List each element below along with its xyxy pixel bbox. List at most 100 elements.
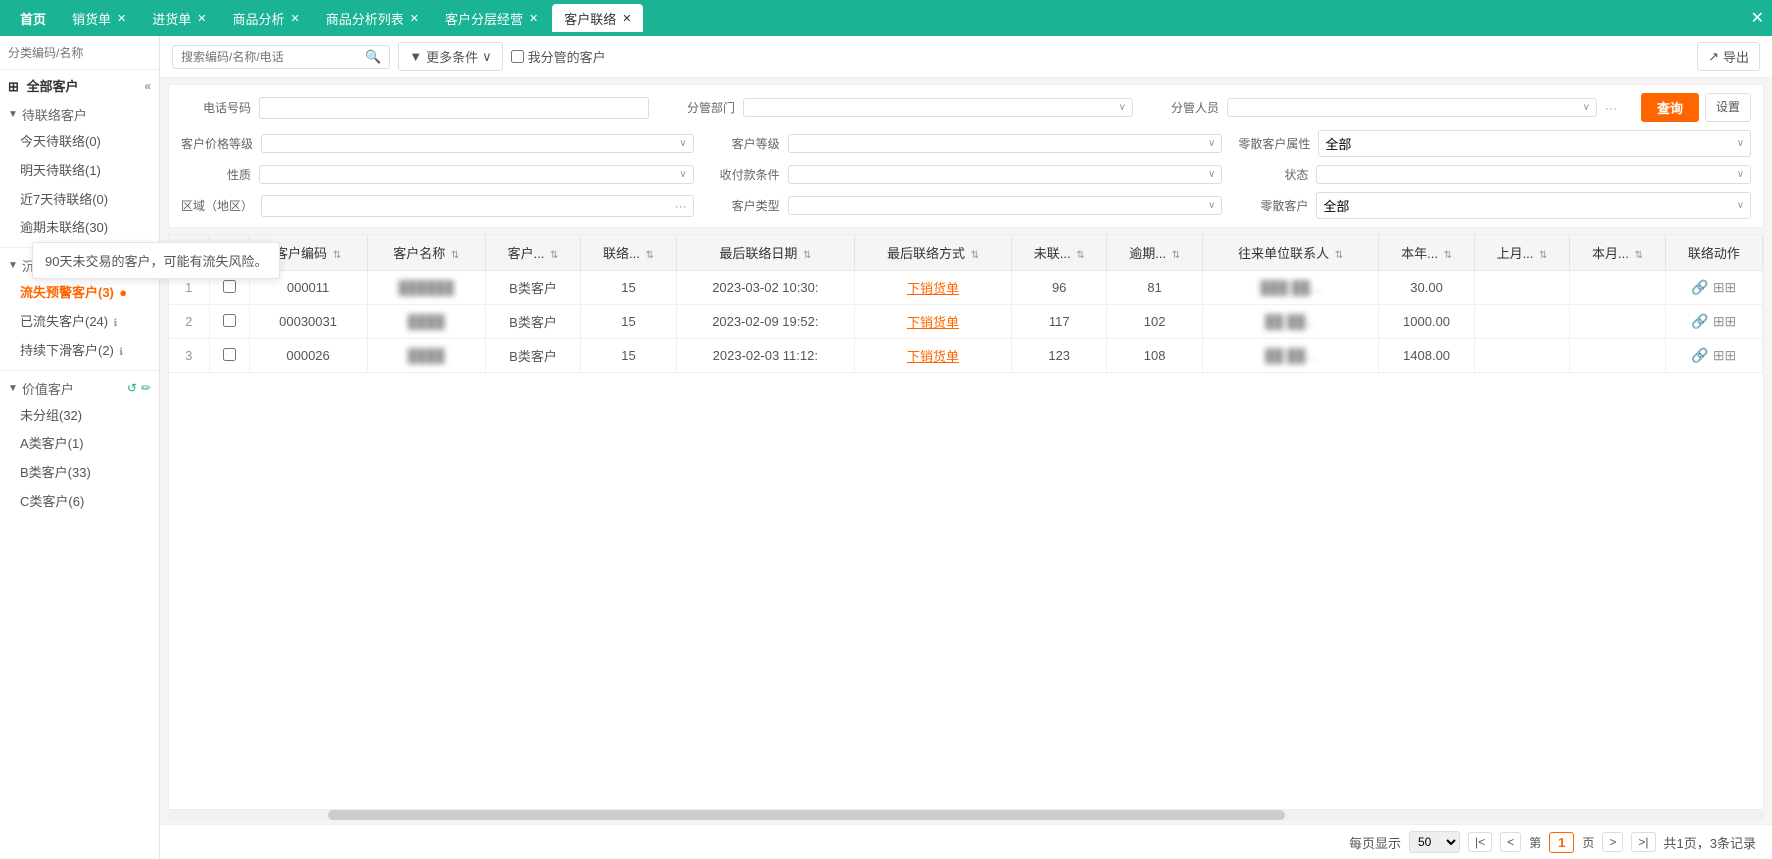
sidebar-section-value-arrow: ▼ [8,383,18,394]
sort-last-method-icon[interactable]: ⇅ [971,250,979,261]
tab-sales[interactable]: 销货单 ✕ [60,4,138,32]
sidebar-item-class-c[interactable]: C类客户(6) [0,488,159,517]
my-customers-checkbox[interactable] [511,50,524,63]
export-btn[interactable]: ↗ 导出 [1697,42,1760,71]
filter-dept-select[interactable]: ∨ [743,98,1133,117]
sort-last-month-icon[interactable]: ⇅ [1539,250,1547,261]
region-more[interactable]: ··· [675,199,687,213]
sidebar-item-declining[interactable]: 持续下滑客户(2) ℹ [0,337,159,366]
tab-purchase-close[interactable]: ✕ [197,12,206,25]
th-this-year[interactable]: 本年... ⇅ [1379,235,1474,271]
edit-icon[interactable]: ✏ [141,381,151,395]
cell-num: 3 [169,339,209,373]
sort-uncontacted-icon[interactable]: ⇅ [1076,250,1084,261]
per-page-select[interactable]: 50 100 200 [1409,831,1460,853]
th-last-date[interactable]: 最后联络日期 ⇅ [676,235,854,271]
action-grid-icon-2[interactable]: ⊞⊞ [1713,347,1736,364]
refresh-icon[interactable]: ↺ [127,381,137,395]
row-checkbox-2[interactable] [223,348,236,361]
filter-more-1[interactable]: ··· [1605,101,1617,115]
tab-product-analysis-close[interactable]: ✕ [291,12,300,25]
sidebar-item-overdue-contact[interactable]: 逾期未联络(30) [0,214,159,243]
tab-customer-contact[interactable]: 客户联络 ✕ [552,4,643,32]
sidebar-item-churn-warning[interactable]: 流失预警客户(3) ● [0,279,159,308]
last-page-btn[interactable]: >| [1631,832,1655,852]
action-grid-icon-1[interactable]: ⊞⊞ [1713,313,1736,330]
th-last-month[interactable]: 上月... ⇅ [1474,235,1569,271]
sidebar-item-class-b[interactable]: B类客户(33) [0,459,159,488]
sidebar-item-ungrouped[interactable]: 未分组(32) [0,402,159,431]
sidebar-collapse-icon[interactable]: « [144,79,151,93]
tab-customer-tier[interactable]: 客户分层经营 ✕ [433,4,550,32]
filter-customer-level-select[interactable]: ∨ [788,134,1223,153]
sort-last-date-icon[interactable]: ⇅ [803,250,811,261]
filter-phone-input[interactable] [259,97,649,119]
th-type[interactable]: 客户... ⇅ [485,235,580,271]
th-this-month[interactable]: 本月... ⇅ [1570,235,1665,271]
settings-btn[interactable]: 设置 [1705,93,1751,122]
scroll-thumb[interactable] [328,810,1286,820]
sidebar-item-class-a[interactable]: A类客户(1) [0,430,159,459]
filter-customer-type-select[interactable]: ∨ [788,196,1223,215]
tab-purchase[interactable]: 进货单 ✕ [140,4,218,32]
th-contact-person[interactable]: 往来单位联系人 ⇅ [1202,235,1378,271]
tab-customer-tier-close[interactable]: ✕ [529,12,538,25]
sidebar-item-tomorrow-contact[interactable]: 明天待联络(1) [0,157,159,186]
cell-checkbox[interactable] [209,305,249,339]
more-conditions-btn[interactable]: ▼ 更多条件 ∨ [398,42,502,71]
sort-contact-icon[interactable]: ⇅ [646,250,654,261]
tab-bar-close-btn[interactable]: ✕ [1751,8,1764,28]
sort-code-icon[interactable]: ⇅ [333,250,341,261]
row-checkbox-0[interactable] [223,280,236,293]
tab-product-analysis[interactable]: 商品分析 ✕ [220,4,311,32]
sort-this-year-icon[interactable]: ⇅ [1444,250,1452,261]
toolbar-search-input[interactable] [181,50,361,64]
action-grid-icon-0[interactable]: ⊞⊞ [1713,279,1736,296]
sort-overdue-icon[interactable]: ⇅ [1172,250,1180,261]
filter-status-select[interactable]: ∨ [1316,165,1751,184]
cell-checkbox[interactable] [209,339,249,373]
sidebar-item-churned[interactable]: 已流失客户(24) ℹ [0,308,159,337]
filter-zero-attr-select[interactable]: 全部 ∨ [1318,130,1751,157]
tab-product-list[interactable]: 商品分析列表 ✕ [314,4,431,32]
filter-gender-select[interactable]: ∨ [259,165,694,184]
cell-last-method[interactable]: 下销货单 [854,305,1011,339]
action-link-icon-0[interactable]: 🔗 [1691,279,1708,296]
filter-payment-select[interactable]: ∨ [788,165,1223,184]
sidebar-all-customers[interactable]: ⊞ 全部客户 « [0,70,159,101]
filter-price-level-select[interactable]: ∨ [261,134,694,153]
th-uncontacted[interactable]: 未联... ⇅ [1011,235,1106,271]
action-link-icon-2[interactable]: 🔗 [1691,347,1708,364]
horizontal-scrollbar[interactable] [168,810,1764,820]
th-last-method[interactable]: 最后联络方式 ⇅ [854,235,1011,271]
query-btn[interactable]: 查询 [1641,93,1699,122]
sidebar-item-week-contact[interactable]: 近7天待联络(0) [0,186,159,215]
prev-page-btn[interactable]: < [1500,832,1521,852]
action-link-icon-1[interactable]: 🔗 [1691,313,1708,330]
sidebar-search-input[interactable] [8,46,160,60]
tab-product-list-close[interactable]: ✕ [410,12,419,25]
next-page-btn[interactable]: > [1602,832,1623,852]
my-customers-checkbox-label[interactable]: 我分管的客户 [511,47,606,66]
row-checkbox-1[interactable] [223,314,236,327]
sidebar-section-value[interactable]: ▼ 价值客户 ↺ ✏ [0,375,159,402]
sidebar-section-pending[interactable]: ▼ 待联络客户 [0,101,159,128]
th-overdue[interactable]: 逾期... ⇅ [1107,235,1202,271]
filter-zero-customer-select[interactable]: 全部 ∨ [1316,192,1751,219]
filter-region-select[interactable]: ··· [261,195,694,217]
tab-home[interactable]: 首页 [8,4,58,32]
filter-person-select[interactable]: ∨ [1227,98,1597,117]
tab-sales-close[interactable]: ✕ [117,12,126,25]
cell-last-method[interactable]: 下销货单 [854,339,1011,373]
th-contact[interactable]: 联络... ⇅ [581,235,676,271]
sort-this-month-icon[interactable]: ⇅ [1634,250,1642,261]
cell-last-method[interactable]: 下销货单 [854,271,1011,305]
sort-contact-person-icon[interactable]: ⇅ [1335,250,1343,261]
page-of-label: 页 [1582,834,1594,851]
sidebar-item-today-contact[interactable]: 今天待联络(0) [0,128,159,157]
sort-type-icon[interactable]: ⇅ [550,250,558,261]
first-page-btn[interactable]: |< [1468,832,1492,852]
th-name[interactable]: 客户名称 ⇅ [367,235,485,271]
sort-name-icon[interactable]: ⇅ [451,250,459,261]
tab-customer-contact-close[interactable]: ✕ [622,12,631,25]
